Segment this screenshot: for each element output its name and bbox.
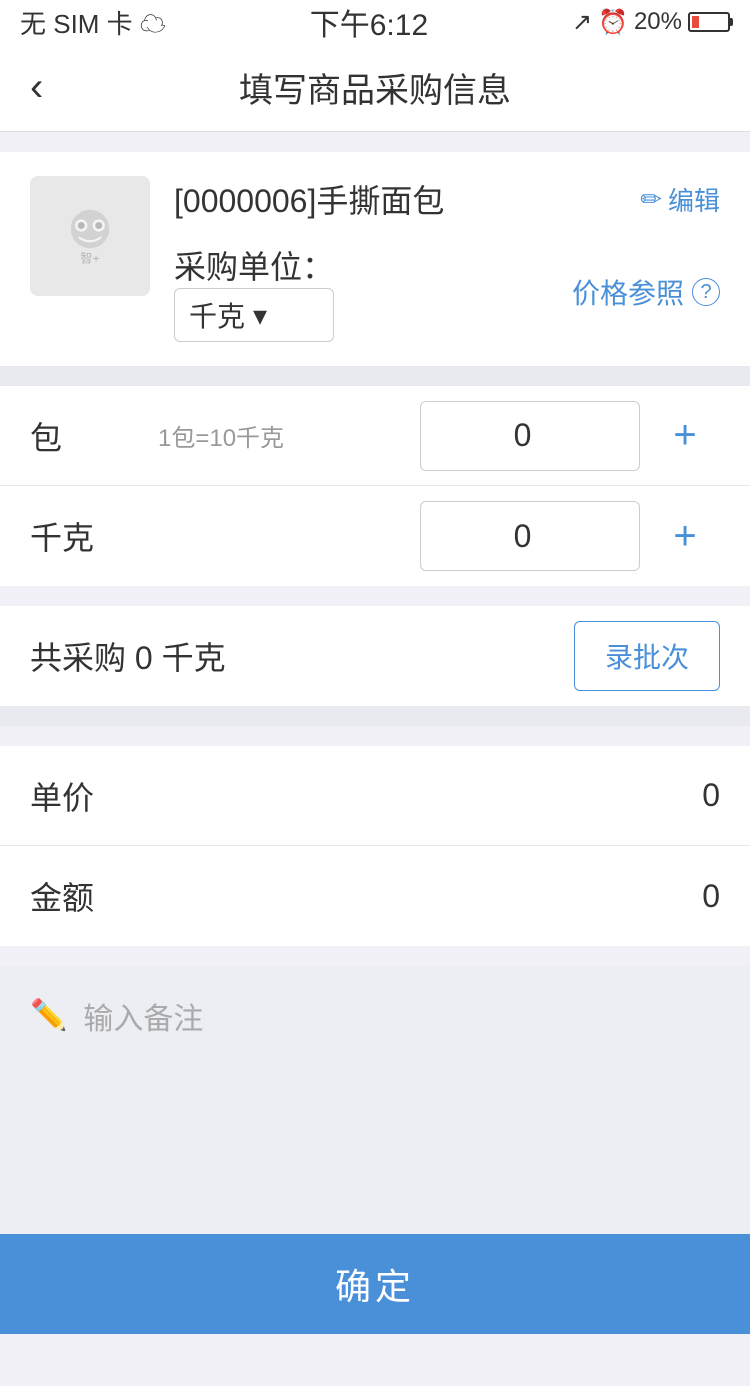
divider-2 [0, 706, 750, 726]
unit-select[interactable]: 千克 ▾ [174, 288, 334, 342]
bag-input-row: 包 1包=10千克 + [0, 386, 750, 486]
kg-quantity-input[interactable] [420, 501, 640, 571]
help-icon: ? [692, 278, 720, 306]
unit-price-value: 0 [702, 777, 720, 814]
battery-icon [688, 12, 730, 32]
unit-label: 采购单位： [174, 249, 334, 285]
bag-plus-button[interactable]: + [650, 401, 720, 471]
unit-row: 采购单位： 千克 ▾ 价格参照 ? [174, 242, 720, 342]
amount-row: 金额 0 [0, 846, 750, 946]
product-info: [0000006]手撕面包 ✏ 编辑 采购单位： 千克 ▾ 价格参照 ? [174, 176, 720, 342]
quantity-section: 包 1包=10千克 + 千克 + [0, 386, 750, 586]
page-title: 填写商品采购信息 [239, 63, 511, 112]
status-bar: 无 SIM 卡 ☁ 下午6:12 ↗ ⏰ 20% [0, 0, 750, 44]
divider-1 [0, 366, 750, 386]
product-thumbnail: 智+ [30, 176, 150, 296]
bag-sublabel: 1包=10千克 [158, 418, 284, 453]
kg-plus-button[interactable]: + [650, 501, 720, 571]
pencil-icon: ✏️ [30, 998, 67, 1033]
price-reference-button[interactable]: 价格参照 ? [572, 272, 720, 312]
status-time: 下午6:12 [310, 0, 428, 44]
svg-text:智+: 智+ [80, 250, 99, 265]
nav-bar: ‹ 填写商品采购信息 [0, 44, 750, 132]
unit-value: 千克 [189, 295, 245, 335]
unit-label-area: 采购单位： 千克 ▾ [174, 242, 334, 342]
price-ref-label: 价格参照 [572, 272, 684, 312]
summary-row: 共采购 0 千克 录批次 [0, 606, 750, 706]
dropdown-icon: ▾ [253, 299, 267, 332]
location-icon: ↗ [572, 8, 592, 37]
confirm-button[interactable]: 确定 [0, 1234, 750, 1334]
back-button[interactable]: ‹ [30, 65, 63, 110]
unit-price-label: 单价 [30, 773, 94, 819]
status-right: ↗ ⏰ 20% [572, 8, 730, 37]
product-name-row: [0000006]手撕面包 ✏ 编辑 [174, 176, 720, 222]
bag-quantity-input[interactable] [420, 401, 640, 471]
summary-text: 共采购 0 千克 [30, 633, 226, 679]
signal-text: 无 SIM 卡 ☁ [20, 4, 166, 41]
product-name: [0000006]手撕面包 [174, 176, 444, 222]
unit-price-row: 单价 0 [0, 746, 750, 846]
edit-icon: ✏ [640, 184, 662, 215]
bag-label: 包 [30, 413, 150, 459]
kg-label: 千克 [30, 513, 150, 559]
amount-label: 金额 [30, 873, 94, 919]
product-card: 智+ [0000006]手撕面包 ✏ 编辑 采购单位： 千克 ▾ 价格参照 ? [0, 152, 750, 366]
amount-value: 0 [702, 878, 720, 915]
edit-label: 编辑 [668, 181, 720, 218]
pricing-section: 单价 0 金额 0 [0, 746, 750, 946]
edit-button[interactable]: ✏ 编辑 [640, 181, 720, 218]
status-left: 无 SIM 卡 ☁ [20, 4, 166, 41]
alarm-icon: ⏰ [598, 8, 628, 37]
notes-placeholder-text: 输入备注 [83, 994, 203, 1038]
batch-button[interactable]: 录批次 [574, 621, 720, 691]
battery-percent: 20% [634, 8, 682, 36]
kg-input-row: 千克 + [0, 486, 750, 586]
